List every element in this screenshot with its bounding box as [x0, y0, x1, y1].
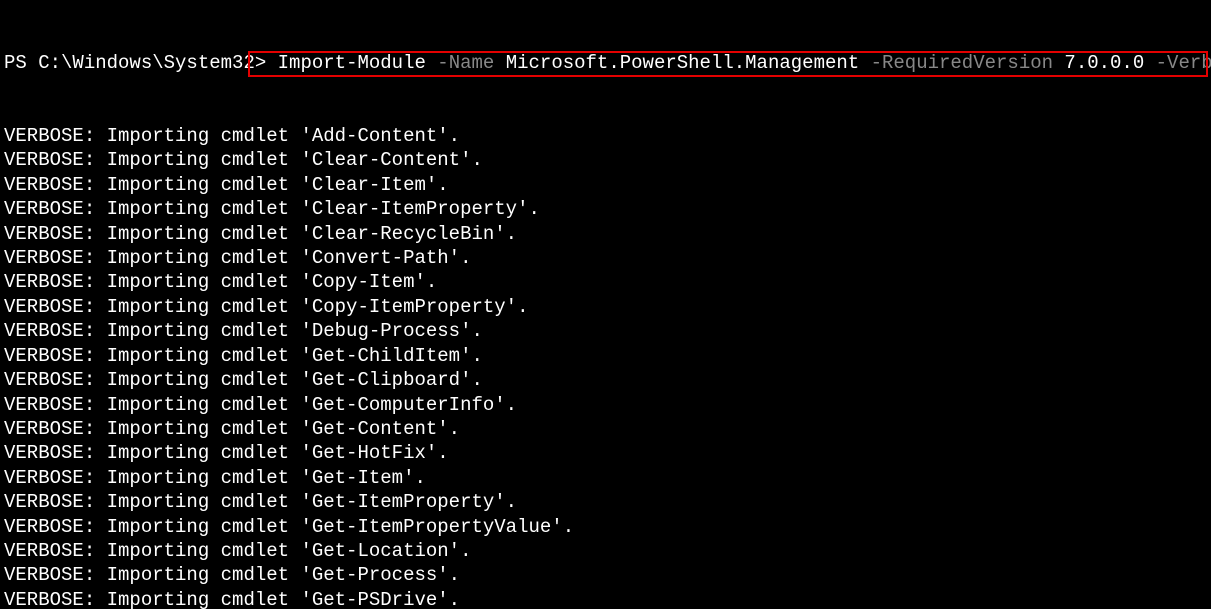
command-name: Import-Module [278, 52, 426, 74]
verbose-line: VERBOSE: Importing cmdlet 'Clear-Recycle… [4, 222, 1207, 246]
param-reqver: -RequiredVersion [859, 52, 1064, 74]
verbose-line: VERBOSE: Importing cmdlet 'Get-Location'… [4, 539, 1207, 563]
ps-prompt: PS C:\Windows\System32> [4, 52, 278, 74]
param-verbose: -Verbose [1144, 52, 1211, 74]
verbose-line: VERBOSE: Importing cmdlet 'Clear-Item'. [4, 173, 1207, 197]
verbose-line: VERBOSE: Importing cmdlet 'Get-Content'. [4, 417, 1207, 441]
verbose-line: VERBOSE: Importing cmdlet 'Get-Clipboard… [4, 368, 1207, 392]
param-value: 7.0.0.0 [1064, 52, 1144, 74]
verbose-line: VERBOSE: Importing cmdlet 'Get-HotFix'. [4, 441, 1207, 465]
verbose-line: VERBOSE: Importing cmdlet 'Get-ItemPrope… [4, 490, 1207, 514]
verbose-line: VERBOSE: Importing cmdlet 'Copy-ItemProp… [4, 295, 1207, 319]
verbose-line: VERBOSE: Importing cmdlet 'Clear-ItemPro… [4, 197, 1207, 221]
verbose-line: VERBOSE: Importing cmdlet 'Clear-Content… [4, 148, 1207, 172]
verbose-line: VERBOSE: Importing cmdlet 'Get-ChildItem… [4, 344, 1207, 368]
verbose-line: VERBOSE: Importing cmdlet 'Add-Content'. [4, 124, 1207, 148]
verbose-line: VERBOSE: Importing cmdlet 'Debug-Process… [4, 319, 1207, 343]
verbose-line: VERBOSE: Importing cmdlet 'Get-ItemPrope… [4, 515, 1207, 539]
verbose-line: VERBOSE: Importing cmdlet 'Copy-Item'. [4, 270, 1207, 294]
verbose-line: VERBOSE: Importing cmdlet 'Get-ComputerI… [4, 393, 1207, 417]
verbose-line: VERBOSE: Importing cmdlet 'Get-Item'. [4, 466, 1207, 490]
param-name: -Name [426, 52, 506, 74]
verbose-line: VERBOSE: Importing cmdlet 'Convert-Path'… [4, 246, 1207, 270]
param-value: Microsoft.PowerShell.Management [506, 52, 859, 74]
verbose-line: VERBOSE: Importing cmdlet 'Get-Process'. [4, 563, 1207, 587]
prompt-line: PS C:\Windows\System32> Import-Module -N… [4, 51, 1207, 75]
terminal-output[interactable]: PS C:\Windows\System32> Import-Module -N… [0, 0, 1211, 609]
verbose-line: VERBOSE: Importing cmdlet 'Get-PSDrive'. [4, 588, 1207, 609]
